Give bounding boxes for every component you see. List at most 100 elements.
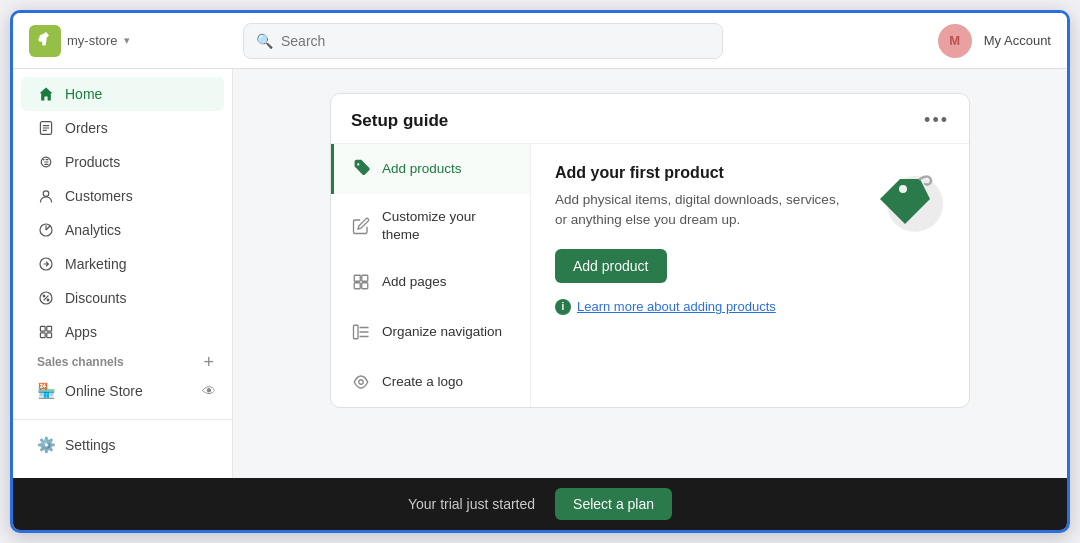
svg-rect-18 — [354, 275, 360, 281]
setup-guide-card: Setup guide ••• — [330, 93, 970, 408]
sales-channels-section: Sales channels + — [13, 349, 232, 375]
step-label-customize-theme: Customize your theme — [382, 208, 514, 243]
store-logo-area[interactable]: my-store ▾ — [29, 25, 130, 57]
svg-rect-13 — [40, 326, 45, 331]
sidebar-item-home[interactable]: Home — [21, 77, 224, 111]
add-sales-channel-button[interactable]: + — [201, 353, 216, 371]
user-name: My Account — [984, 33, 1051, 48]
step-label-add-products: Add products — [382, 160, 462, 178]
analytics-icon — [37, 221, 55, 239]
svg-rect-20 — [354, 283, 360, 289]
sidebar-item-customers[interactable]: Customers — [21, 179, 224, 213]
svg-point-11 — [43, 295, 45, 297]
customize-theme-icon — [350, 215, 372, 237]
sidebar-label-customers: Customers — [65, 188, 133, 204]
main-area: Home Orders Products Customers — [13, 69, 1067, 478]
shopify-logo-icon — [29, 25, 61, 57]
avatar[interactable]: M — [938, 24, 972, 58]
sidebar-item-settings[interactable]: ⚙️ Settings — [21, 428, 224, 462]
svg-point-17 — [357, 163, 359, 165]
sidebar-item-orders[interactable]: Orders — [21, 111, 224, 145]
create-logo-icon — [350, 371, 372, 393]
svg-rect-14 — [47, 326, 52, 331]
svg-point-26 — [359, 380, 364, 385]
chevron-down-icon: ▾ — [124, 34, 130, 47]
sidebar-item-discounts[interactable]: Discounts — [21, 281, 224, 315]
browser-window: my-store ▾ 🔍 M My Account Home — [10, 10, 1070, 533]
home-icon — [37, 85, 55, 103]
sidebar-label-settings: Settings — [65, 437, 116, 453]
organize-nav-icon — [350, 321, 372, 343]
svg-point-6 — [43, 191, 49, 197]
bottom-banner: Your trial just started Select a plan — [13, 478, 1067, 530]
steps-list: Add products Customize your theme — [331, 144, 531, 407]
online-store-icon: 🏪 — [37, 382, 55, 400]
svg-rect-16 — [47, 333, 52, 338]
learn-more-row: i Learn more about adding products — [555, 299, 945, 315]
top-bar: my-store ▾ 🔍 M My Account — [13, 13, 1067, 69]
svg-rect-21 — [362, 283, 368, 289]
online-store-label: Online Store — [65, 383, 143, 399]
discounts-icon — [37, 289, 55, 307]
info-icon: i — [555, 299, 571, 315]
card-body: Add products Customize your theme — [331, 144, 969, 407]
step-label-organize-nav: Organize navigation — [382, 323, 502, 341]
sidebar-label-discounts: Discounts — [65, 290, 126, 306]
orders-icon — [37, 119, 55, 137]
sidebar-item-online-store[interactable]: 🏪 Online Store 👁 — [13, 375, 232, 407]
sidebar-label-products: Products — [65, 154, 120, 170]
step-label-add-pages: Add pages — [382, 273, 447, 291]
top-bar-right: M My Account — [938, 24, 1051, 58]
step-content-desc: Add physical items, digital downloads, s… — [555, 190, 855, 231]
settings-icon: ⚙️ — [37, 436, 55, 454]
sidebar-label-apps: Apps — [65, 324, 97, 340]
svg-point-5 — [43, 159, 45, 161]
eye-icon[interactable]: 👁 — [202, 383, 216, 399]
sidebar-label-marketing: Marketing — [65, 256, 126, 272]
sidebar-item-products[interactable]: Products — [21, 145, 224, 179]
step-item-create-logo[interactable]: Create a logo — [331, 357, 530, 407]
svg-rect-19 — [362, 275, 368, 281]
apps-icon — [37, 323, 55, 341]
search-bar[interactable]: 🔍 — [243, 23, 723, 59]
learn-more-link[interactable]: Learn more about adding products — [577, 299, 776, 314]
trial-text: Your trial just started — [408, 496, 535, 512]
step-content-inner: Add your first product Add physical item… — [555, 164, 945, 315]
sidebar-item-marketing[interactable]: Marketing — [21, 247, 224, 281]
sidebar-label-orders: Orders — [65, 120, 108, 136]
store-name: my-store — [67, 33, 118, 48]
select-plan-button[interactable]: Select a plan — [555, 488, 672, 520]
step-item-customize-theme[interactable]: Customize your theme — [331, 194, 530, 257]
sales-channels-label: Sales channels — [37, 355, 124, 369]
product-illustration — [865, 164, 945, 247]
step-item-add-products[interactable]: Add products — [331, 144, 530, 194]
online-store-left: 🏪 Online Store — [37, 382, 143, 400]
sidebar-label-home: Home — [65, 86, 102, 102]
svg-rect-22 — [354, 325, 359, 339]
step-item-add-pages[interactable]: Add pages — [331, 257, 530, 307]
sidebar-label-analytics: Analytics — [65, 222, 121, 238]
sidebar-item-analytics[interactable]: Analytics — [21, 213, 224, 247]
sidebar: Home Orders Products Customers — [13, 69, 233, 478]
sidebar-bottom: ⚙️ Settings — [13, 419, 232, 470]
step-content-title: Add your first product — [555, 164, 855, 182]
svg-rect-15 — [40, 333, 45, 338]
search-input[interactable] — [281, 33, 710, 49]
svg-point-28 — [899, 185, 907, 193]
svg-point-12 — [47, 299, 49, 301]
content-area: Setup guide ••• — [233, 69, 1067, 478]
add-product-button[interactable]: Add product — [555, 249, 667, 283]
sidebar-item-apps[interactable]: Apps — [21, 315, 224, 349]
add-products-icon — [350, 158, 372, 180]
products-icon — [37, 153, 55, 171]
step-label-create-logo: Create a logo — [382, 373, 463, 391]
avatar-initials: M — [949, 33, 960, 48]
card-menu-button[interactable]: ••• — [924, 110, 949, 131]
card-header: Setup guide ••• — [331, 94, 969, 144]
add-pages-icon — [350, 271, 372, 293]
step-content-panel: Add your first product Add physical item… — [531, 144, 969, 407]
marketing-icon — [37, 255, 55, 273]
step-item-organize-nav[interactable]: Organize navigation — [331, 307, 530, 357]
search-icon: 🔍 — [256, 33, 273, 49]
setup-guide-title: Setup guide — [351, 111, 448, 131]
